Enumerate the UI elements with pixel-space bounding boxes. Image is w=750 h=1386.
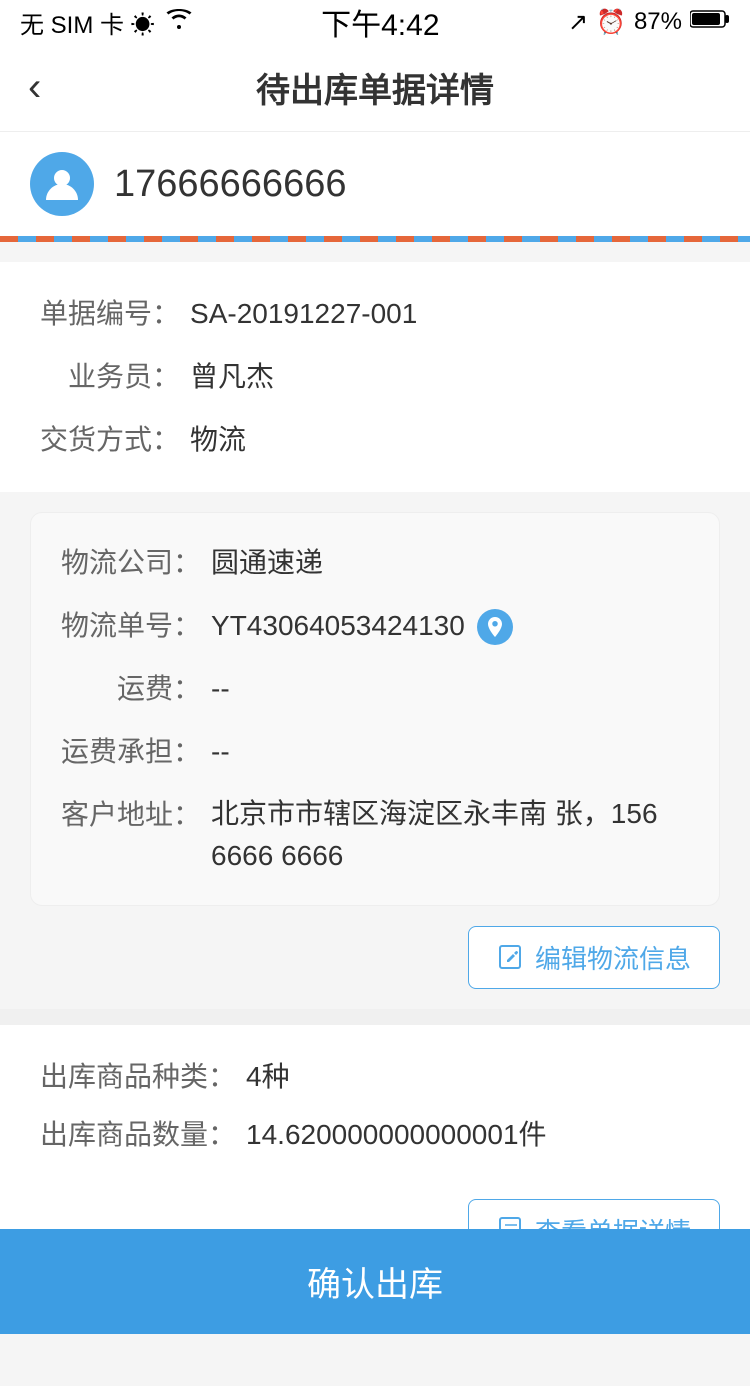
alarm-icon: ⏰ (596, 8, 626, 37)
goods-type-row: 出库商品种类： 4种 (40, 1055, 710, 1095)
goods-type-label: 出库商品种类： (40, 1055, 236, 1095)
user-phone: 17666666666 (114, 163, 346, 206)
sim-status: 无 SIM 卡 ☀ (20, 5, 155, 40)
goods-quantity-value: 14.620000000000001件 (236, 1113, 710, 1153)
confirm-btn-wrap: 确认出库 (0, 1229, 750, 1334)
battery-icon (690, 8, 730, 36)
page-container: 无 SIM 卡 ☀ 下午4:42 ↗ ⏰ 87% ‹ 待出库单据详情 (0, 0, 750, 1386)
tracking-value-wrap: YT43064053424130 (201, 604, 689, 649)
gray-divider (0, 1009, 750, 1025)
status-left: 无 SIM 卡 ☀ (20, 5, 193, 40)
order-number-value: SA-20191227-001 (180, 292, 710, 337)
address-row: 客户地址： 北京市市辖区海淀区永丰南 张，156 6666 6666 (61, 793, 689, 877)
order-number-label: 单据编号： (40, 292, 180, 337)
edit-logistics-wrap: 编辑物流信息 (0, 926, 750, 1009)
salesperson-label: 业务员： (40, 355, 180, 400)
freight-bear-value: -- (201, 730, 689, 775)
status-time: 下午4:42 (321, 0, 439, 44)
map-pin-icon[interactable] (477, 609, 513, 645)
delivery-label: 交货方式： (40, 418, 180, 463)
battery-percent: 87% (634, 8, 682, 36)
freight-label: 运费： (61, 667, 201, 712)
freight-row: 运费： -- (61, 667, 689, 712)
goods-quantity-row: 出库商品数量： 14.620000000000001件 (40, 1113, 710, 1153)
avatar (30, 152, 94, 216)
tracking-label: 物流单号： (61, 604, 201, 649)
salesperson-value: 曾凡杰 (180, 355, 710, 400)
confirm-button[interactable]: 确认出库 (307, 1257, 443, 1306)
dashed-divider (0, 236, 750, 242)
back-button[interactable]: ‹ (28, 65, 41, 110)
freight-value: -- (201, 667, 689, 712)
wifi-icon (165, 8, 193, 36)
address-label: 客户地址： (61, 793, 201, 838)
nav-bar: ‹ 待出库单据详情 (0, 44, 750, 132)
delivery-row: 交货方式： 物流 (40, 418, 710, 463)
freight-bear-row: 运费承担： -- (61, 730, 689, 775)
edit-icon (497, 943, 525, 971)
logistics-company-row: 物流公司： 圆通速递 (61, 541, 689, 586)
order-number-row: 单据编号： SA-20191227-001 (40, 292, 710, 337)
edit-logistics-button[interactable]: 编辑物流信息 (468, 926, 720, 989)
user-card: 17666666666 (0, 132, 750, 236)
delivery-value: 物流 (180, 418, 710, 463)
goods-section: 出库商品种类： 4种 出库商品数量： 14.620000000000001件 (0, 1025, 750, 1183)
freight-bear-label: 运费承担： (61, 730, 201, 775)
goods-type-value: 4种 (236, 1055, 710, 1095)
status-right: ↗ ⏰ 87% (568, 8, 730, 37)
logistics-company-value: 圆通速递 (201, 541, 689, 586)
status-bar: 无 SIM 卡 ☀ 下午4:42 ↗ ⏰ 87% (0, 0, 750, 44)
page-title: 待出库单据详情 (256, 63, 494, 112)
order-info-section: 单据编号： SA-20191227-001 业务员： 曾凡杰 交货方式： 物流 (0, 262, 750, 492)
location-arrow-icon: ↗ (568, 8, 588, 37)
address-value: 北京市市辖区海淀区永丰南 张，156 6666 6666 (201, 793, 689, 877)
salesperson-row: 业务员： 曾凡杰 (40, 355, 710, 400)
logistics-card: 物流公司： 圆通速递 物流单号： YT43064053424130 运费： --… (30, 512, 720, 905)
logistics-company-label: 物流公司： (61, 541, 201, 586)
goods-quantity-label: 出库商品数量： (40, 1113, 236, 1153)
tracking-number: YT43064053424130 (211, 604, 465, 649)
tracking-row: 物流单号： YT43064053424130 (61, 604, 689, 649)
